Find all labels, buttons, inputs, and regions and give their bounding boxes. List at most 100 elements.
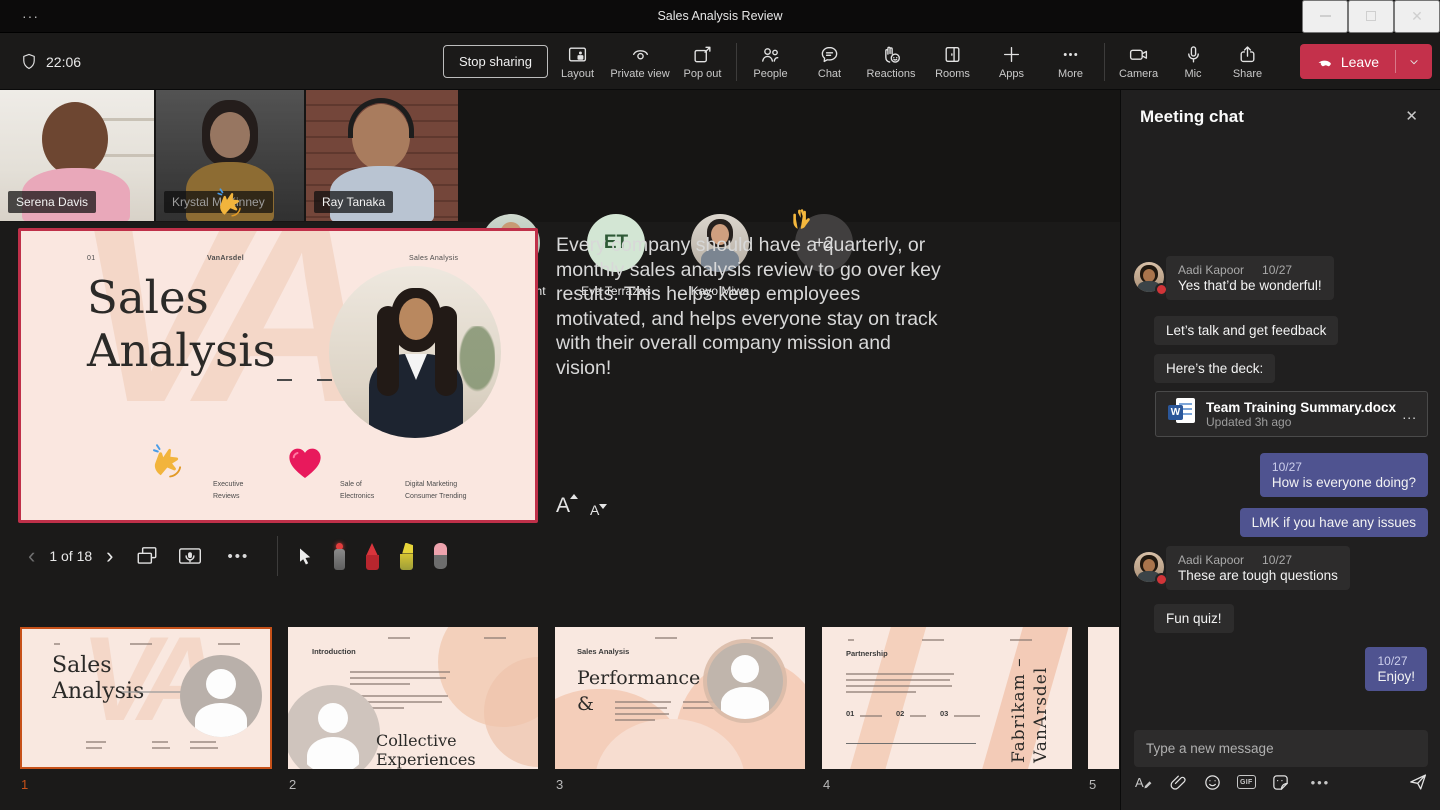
- meeting-chat-panel: Meeting chat ✕ Aadi Kapoor10/27 Yes that…: [1120, 90, 1440, 810]
- timer-label: 22:06: [46, 54, 81, 70]
- slide-footer-col: ExecutiveReviews: [213, 479, 243, 503]
- people-label: People: [753, 68, 787, 80]
- video-tile-krystal[interactable]: Krystal McKinney: [156, 90, 304, 221]
- message-author: Aadi Kapoor: [1178, 553, 1244, 567]
- font-increase-button[interactable]: A: [556, 494, 576, 518]
- caret-up-icon: [570, 494, 578, 499]
- thumb-amp: &: [577, 693, 594, 715]
- slide-thumbnail-5[interactable]: [1088, 627, 1119, 769]
- apps-button[interactable]: Apps: [982, 44, 1041, 80]
- toolbar-divider: [1104, 43, 1105, 81]
- share-label: Share: [1233, 68, 1262, 80]
- message-text: These are tough questions: [1178, 568, 1338, 583]
- pop-out-button[interactable]: Pop out: [673, 44, 732, 80]
- chat-label: Chat: [818, 68, 841, 80]
- slide-thumbnail-1[interactable]: VA SalesAnalysis: [20, 627, 272, 769]
- pointer-tool-button[interactable]: [294, 545, 314, 567]
- mic-icon: [1183, 44, 1204, 65]
- previous-slide-button[interactable]: ‹: [22, 545, 41, 567]
- next-slide-button[interactable]: ›: [100, 545, 119, 567]
- gif-button[interactable]: GIF: [1237, 775, 1256, 789]
- paperclip-icon: [1169, 773, 1188, 792]
- thumb-heading: Sales Analysis: [577, 647, 629, 656]
- private-view-label: Private view: [610, 68, 669, 80]
- chat-message: Aadi Kapoor 10/27 These are tough questio…: [1166, 546, 1350, 590]
- slide-thumbnail-2[interactable]: Introduction Collective Experiences: [288, 627, 538, 769]
- message-text: Here’s the deck:: [1166, 361, 1263, 376]
- chat-button[interactable]: Chat: [800, 44, 859, 80]
- leave-options-button[interactable]: [1396, 44, 1432, 79]
- slide-thumbnail-3[interactable]: Sales Analysis Performance &: [555, 627, 805, 769]
- presenter-video-circle: [329, 266, 501, 438]
- eraser-icon: [433, 543, 448, 569]
- participant-strip: Serena Davis Krystal McKinney Ray Tanaka…: [0, 90, 1120, 222]
- control-divider: [277, 536, 278, 576]
- slide-thumbnail-4[interactable]: Partnership 01 02 03 Fabrikam – VanArsde…: [822, 627, 1072, 769]
- slide-brand: VanArsdel: [207, 255, 244, 262]
- emoji-button[interactable]: [1203, 773, 1222, 792]
- layout-button[interactable]: Layout: [548, 44, 607, 80]
- thumb-heading: Partnership: [846, 649, 888, 658]
- slide-footer-col: Sale ofElectronics: [340, 479, 374, 503]
- more-icon: [1060, 44, 1081, 65]
- person-placeholder: [180, 655, 262, 737]
- slide-page-label: 01: [87, 255, 95, 262]
- message-time: 10/27: [1377, 654, 1407, 668]
- video-tile-ray[interactable]: Ray Tanaka: [306, 90, 458, 221]
- send-button[interactable]: [1408, 772, 1428, 792]
- meeting-timer: 22:06: [20, 33, 81, 90]
- file-more-options-button[interactable]: ...: [1402, 406, 1417, 422]
- grid-view-button[interactable]: [135, 545, 159, 567]
- compose-more-button[interactable]: •••: [1311, 775, 1331, 790]
- chat-compose-input[interactable]: [1134, 730, 1428, 767]
- eraser-tool-button[interactable]: [433, 543, 448, 569]
- message-text: Yes that’d be wonderful!: [1178, 278, 1322, 293]
- leave-button[interactable]: Leave: [1300, 44, 1395, 79]
- highlighter-icon: [398, 543, 415, 570]
- presenter-view-button[interactable]: [177, 545, 203, 567]
- people-button[interactable]: People: [741, 44, 800, 80]
- leave-label: Leave: [1341, 54, 1379, 70]
- laser-pointer-button[interactable]: [332, 543, 347, 570]
- clap-reaction-icon: [214, 185, 248, 219]
- highlighter-tool-button[interactable]: [398, 543, 415, 570]
- close-chat-button[interactable]: ✕: [1405, 107, 1418, 125]
- message-text: Let’s talk and get feedback: [1166, 323, 1326, 338]
- attach-button[interactable]: [1169, 773, 1188, 792]
- shared-slide: VA 01 VanArsdel Sales Analysis Sales Ana…: [18, 228, 538, 523]
- rooms-button[interactable]: Rooms: [923, 44, 982, 80]
- more-slide-options-button[interactable]: •••: [227, 548, 249, 565]
- reactions-button[interactable]: Reactions: [859, 44, 923, 80]
- chat-message-self: 10/27 Enjoy!: [1365, 647, 1427, 691]
- more-button[interactable]: More: [1041, 44, 1100, 80]
- thumbnail-number: 4: [823, 777, 830, 792]
- format-button[interactable]: A: [1134, 772, 1154, 792]
- window-title: Sales Analysis Review: [0, 9, 1440, 23]
- pen-tool-button[interactable]: [365, 543, 380, 570]
- message-text: Enjoy!: [1377, 669, 1415, 684]
- sticker-button[interactable]: [1271, 773, 1290, 792]
- private-view-button[interactable]: Private view: [607, 44, 673, 80]
- shield-icon: [20, 52, 38, 71]
- slide-footer-col: Digital MarketingConsumer Trending: [405, 479, 466, 503]
- message-time: 10/27: [1262, 553, 1292, 567]
- mic-button[interactable]: Mic: [1168, 44, 1218, 80]
- slide-title: Sales Analysis: [87, 271, 276, 377]
- video-tile-serena[interactable]: Serena Davis: [0, 90, 154, 221]
- toolbar-divider: [736, 43, 737, 81]
- format-icon: A: [1134, 772, 1154, 792]
- stop-sharing-button[interactable]: Stop sharing: [443, 45, 548, 78]
- pop-out-icon: [692, 44, 713, 65]
- file-attachment-card[interactable]: W Team Training Summary.docx Updated 3h …: [1155, 391, 1428, 437]
- camera-button[interactable]: Camera: [1109, 44, 1168, 80]
- title-bar: ··· Sales Analysis Review ✕: [0, 0, 1440, 33]
- font-decrease-button[interactable]: A: [590, 502, 605, 518]
- cursor-icon: [294, 545, 314, 567]
- share-button[interactable]: Share: [1218, 44, 1277, 80]
- emoji-icon: [1203, 773, 1222, 792]
- file-name: Team Training Summary.docx: [1206, 400, 1396, 415]
- slide-corner-label: Sales Analysis: [409, 255, 458, 262]
- people-icon: [760, 44, 781, 65]
- thumbnail-number: 2: [289, 777, 296, 792]
- apps-label: Apps: [999, 68, 1024, 80]
